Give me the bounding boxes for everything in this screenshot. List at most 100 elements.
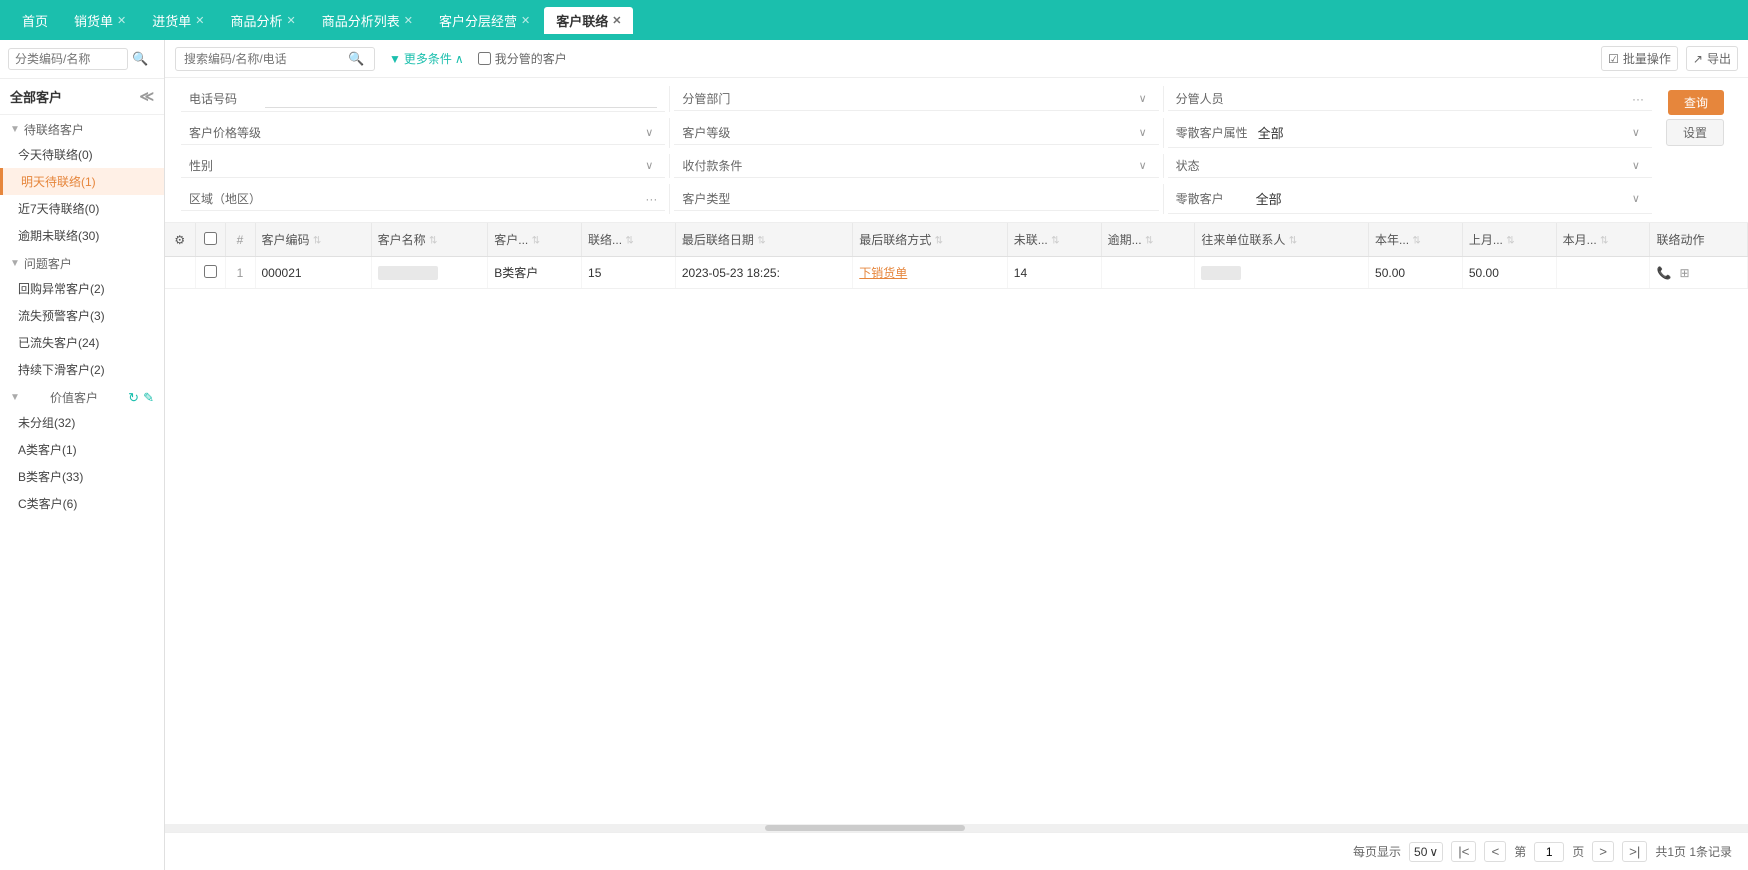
col-contact-count[interactable]: 联络... ⇅ (582, 223, 676, 257)
sort-icon[interactable]: ⇅ (1600, 235, 1608, 246)
sidebar-item-b-class[interactable]: B类客户(33) (0, 463, 164, 490)
nav-product-analysis[interactable]: 商品分析 ✕ (218, 7, 307, 34)
row-last-contact-way[interactable]: 下销货单 (853, 257, 1008, 289)
first-page-button[interactable]: |< (1451, 841, 1476, 862)
col-customer-name[interactable]: 客户名称 ⇅ (371, 223, 488, 257)
filter-phone-input[interactable] (265, 89, 657, 108)
my-customers-checkbox[interactable]: 我分管的客户 (478, 50, 567, 67)
sidebar-search-input[interactable] (8, 48, 128, 70)
sidebar-item-ungrouped[interactable]: 未分组(32) (0, 409, 164, 436)
close-icon[interactable]: ✕ (521, 14, 530, 27)
row-no: 1 (225, 257, 255, 289)
close-icon[interactable]: ✕ (404, 14, 413, 27)
sidebar-group-problem: 问题客户 (0, 249, 164, 275)
col-last-contact-way[interactable]: 最后联络方式 ⇅ (853, 223, 1008, 257)
sidebar-item-overdue-pending[interactable]: 逾期未联络(30) (0, 222, 164, 249)
filter-region: 区域（地区） ··· (181, 187, 665, 211)
filter-price-level-select[interactable]: ∨ (267, 124, 657, 141)
scroll-thumb[interactable] (765, 825, 965, 831)
sort-icon[interactable]: ⇅ (1145, 235, 1153, 246)
toolbar: 🔍 ▼ 更多条件 ∧ 我分管的客户 ☑ 批量操作 ↗ 导出 (165, 40, 1748, 78)
filter-customer-type-select[interactable] (758, 197, 1150, 201)
filter-retail-attr-select[interactable]: 全部 ∨ (1254, 121, 1644, 144)
close-icon[interactable]: ✕ (117, 14, 126, 27)
ellipsis-icon[interactable]: ··· (645, 192, 657, 206)
select-all-checkbox[interactable] (204, 232, 217, 245)
nav-home[interactable]: 首页 (10, 7, 60, 34)
close-icon[interactable]: ✕ (287, 14, 296, 27)
filter-row-3: 性别 ∨ 收付款条件 ∨ (181, 154, 1652, 178)
close-icon[interactable]: ✕ (612, 14, 621, 27)
search-box[interactable]: 🔍 (175, 47, 375, 71)
next-page-button[interactable]: > (1592, 841, 1614, 862)
nav-sales[interactable]: 销货单 ✕ (62, 7, 138, 34)
collapse-icon[interactable]: ≪ (139, 88, 154, 105)
sort-icon[interactable]: ⇅ (935, 235, 943, 246)
col-contact-person[interactable]: 往来单位联系人 ⇅ (1195, 223, 1369, 257)
filter-gender-select[interactable]: ∨ (265, 157, 657, 174)
filter-retail-customer-select[interactable]: 全部 ∨ (1252, 187, 1644, 210)
sidebar-item-churn-warning[interactable]: 流失预警客户(3) (0, 302, 164, 329)
sidebar-item-a-class[interactable]: A类客户(1) (0, 436, 164, 463)
search-icon[interactable]: 🔍 (348, 51, 364, 67)
close-icon[interactable]: ✕ (195, 14, 204, 27)
sort-icon[interactable]: ⇅ (429, 235, 437, 246)
sidebar-search-area: 🔍 (0, 40, 164, 79)
nav-product-analysis-list[interactable]: 商品分析列表 ✕ (310, 7, 425, 34)
sidebar-item-c-class[interactable]: C类客户(6) (0, 490, 164, 517)
sidebar-all-customers[interactable]: 全部客户 ≪ (0, 79, 164, 115)
nav-customer-segment[interactable]: 客户分层经营 ✕ (427, 7, 542, 34)
sidebar-item-repurchase-abnormal[interactable]: 回购异常客户(2) (0, 275, 164, 302)
horizontal-scrollbar[interactable] (165, 824, 1748, 832)
col-this-month[interactable]: 本月... ⇅ (1556, 223, 1650, 257)
col-last-month[interactable]: 上月... ⇅ (1462, 223, 1556, 257)
row-checkbox[interactable] (195, 257, 225, 289)
sidebar-item-declining[interactable]: 持续下滑客户(2) (0, 356, 164, 383)
chevron-up-icon: ∧ (455, 52, 464, 66)
search-icon[interactable]: 🔍 (132, 51, 148, 67)
export-button[interactable]: ↗ 导出 (1686, 46, 1738, 71)
edit-icon[interactable]: ✎ (143, 390, 154, 406)
page-input[interactable] (1534, 842, 1564, 862)
sort-icon[interactable]: ⇅ (757, 235, 765, 246)
filter-dept-select[interactable]: ∨ (758, 90, 1150, 107)
sort-icon[interactable]: ⇅ (1051, 235, 1059, 246)
sort-icon[interactable]: ⇅ (1289, 235, 1297, 246)
col-customer-type[interactable]: 客户... ⇅ (488, 223, 582, 257)
col-checkbox[interactable] (195, 223, 225, 257)
col-customer-code[interactable]: 客户编码 ⇅ (255, 223, 371, 257)
col-last-contact-date[interactable]: 最后联络日期 ⇅ (675, 223, 852, 257)
more-icon[interactable]: ⊞ (1679, 266, 1689, 280)
refresh-icon[interactable]: ↻ (128, 390, 139, 406)
nav-customer-contact[interactable]: 客户联络 ✕ (544, 7, 633, 34)
sort-icon[interactable]: ⇅ (1506, 235, 1514, 246)
phone-icon[interactable]: 📞 (1656, 266, 1671, 280)
col-overdue[interactable]: 逾期... ⇅ (1101, 223, 1195, 257)
filter-payment-select[interactable]: ∨ (758, 157, 1150, 174)
sidebar-item-tomorrow-pending[interactable]: 明天待联络(1) (0, 168, 164, 195)
filter-customer-level-select[interactable]: ∨ (758, 124, 1150, 141)
sort-icon[interactable]: ⇅ (1412, 235, 1420, 246)
sort-icon[interactable]: ⇅ (625, 235, 633, 246)
sort-icon[interactable]: ⇅ (532, 235, 540, 246)
nav-purchase[interactable]: 进货单 ✕ (140, 7, 216, 34)
filter-status-select[interactable]: ∨ (1252, 157, 1644, 174)
row-check[interactable] (204, 265, 217, 278)
more-filter-button[interactable]: ▼ 更多条件 ∧ (383, 47, 470, 70)
set-button[interactable]: 设置 (1666, 119, 1724, 146)
my-customers-check[interactable] (478, 52, 491, 65)
last-page-button[interactable]: >| (1622, 841, 1647, 862)
prev-page-button[interactable]: < (1484, 841, 1506, 862)
col-this-year[interactable]: 本年... ⇅ (1369, 223, 1463, 257)
per-page-select[interactable]: 50 ∨ (1409, 842, 1443, 862)
sort-icon[interactable]: ⇅ (313, 235, 321, 246)
batch-op-button[interactable]: ☑ 批量操作 (1601, 46, 1678, 71)
sidebar-item-today-pending[interactable]: 今天待联络(0) (0, 141, 164, 168)
ellipsis-icon[interactable]: ··· (1632, 92, 1644, 106)
query-button[interactable]: 查询 (1668, 90, 1724, 115)
search-input[interactable] (184, 52, 344, 66)
col-uncontacted[interactable]: 未联... ⇅ (1007, 223, 1101, 257)
sidebar-item-7days-pending[interactable]: 近7天待联络(0) (0, 195, 164, 222)
col-settings[interactable]: ⚙ (165, 223, 195, 257)
sidebar-item-churned[interactable]: 已流失客户(24) (0, 329, 164, 356)
